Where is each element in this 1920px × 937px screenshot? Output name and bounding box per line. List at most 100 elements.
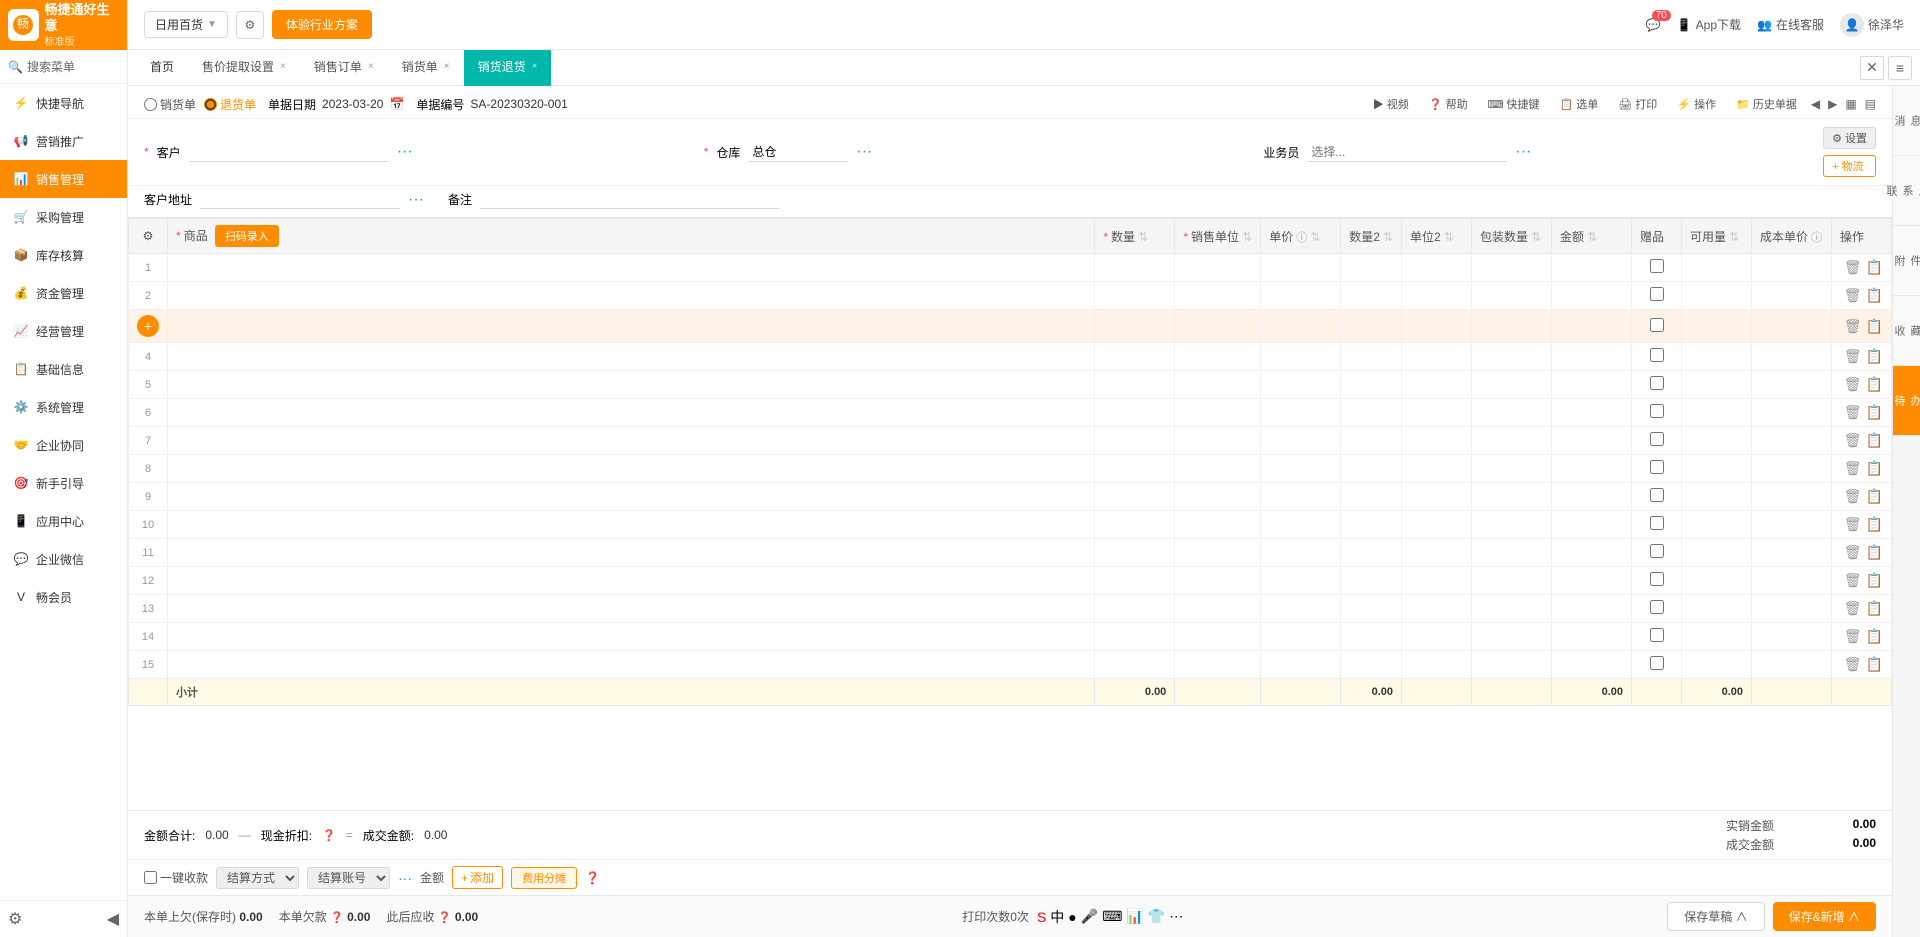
sidebar-item-wechat[interactable]: 💬 企业微信 xyxy=(0,540,127,578)
price-cell-1[interactable] xyxy=(1261,254,1341,282)
message-button[interactable]: 💬 70 xyxy=(1646,18,1661,32)
prev-doc-icon[interactable]: ◀ xyxy=(1811,97,1820,111)
qty-sort-icon[interactable]: ⇅ xyxy=(1138,230,1148,244)
gift-checkbox-6[interactable] xyxy=(1650,404,1664,418)
account-select[interactable]: 结算账号 xyxy=(307,867,390,889)
tab-return[interactable]: 销货退货 × xyxy=(464,50,552,86)
radio-return[interactable]: 退货单 xyxy=(204,96,256,113)
goods-cell-2[interactable] xyxy=(168,282,1095,310)
unit-cell-2[interactable] xyxy=(1175,282,1261,310)
copy-row-9-icon[interactable]: 📋 xyxy=(1866,488,1883,505)
scan-button[interactable]: 扫码录入 xyxy=(215,225,279,247)
copy-row-2-icon[interactable]: 📋 xyxy=(1866,287,1883,304)
delete-row-11-icon[interactable]: 🗑 xyxy=(1844,544,1862,561)
delete-row-3-icon[interactable]: 🗑 xyxy=(1844,318,1862,335)
delete-row-12-icon[interactable]: 🗑 xyxy=(1844,572,1862,589)
history-btn[interactable]: 📁 历史单据 xyxy=(1730,94,1803,114)
amount-cell-2[interactable] xyxy=(1552,282,1632,310)
qty2-cell-1[interactable] xyxy=(1341,254,1402,282)
available-cell-2[interactable] xyxy=(1682,282,1752,310)
cost-cell-1[interactable] xyxy=(1752,254,1832,282)
cost-cell-2[interactable] xyxy=(1752,282,1832,310)
copy-row-8-icon[interactable]: 📋 xyxy=(1866,460,1883,477)
calendar-icon[interactable]: 📅 xyxy=(389,97,404,111)
qty2-cell-2[interactable] xyxy=(1341,282,1402,310)
experience-button[interactable]: 体验行业方案 xyxy=(272,10,372,39)
salesperson-more-icon[interactable]: ··· xyxy=(1515,143,1531,161)
unit-input-1[interactable] xyxy=(1183,261,1252,275)
sidebar-item-marketing[interactable]: 📢 营销推广 xyxy=(0,122,127,160)
qty-cell-1[interactable] xyxy=(1095,254,1175,282)
gift-checkbox-3[interactable] xyxy=(1650,318,1664,332)
doc-debt-help-icon[interactable]: ❓ xyxy=(330,912,344,924)
goods-input-1[interactable] xyxy=(176,261,1086,275)
qty-cell-3[interactable] xyxy=(1095,310,1175,343)
qty2-sort-icon[interactable]: ⇅ xyxy=(1383,230,1393,244)
sidebar-item-inventory[interactable]: 📦 库存核算 xyxy=(0,236,127,274)
radio-sale[interactable]: 销货单 xyxy=(144,96,196,113)
logistics-button[interactable]: + 物流 xyxy=(1823,155,1876,177)
pack-sort-icon[interactable]: ⇅ xyxy=(1531,230,1541,244)
close-sales-order-icon[interactable]: × xyxy=(368,61,374,72)
salesperson-input[interactable] xyxy=(1307,143,1507,162)
goods-input-3[interactable] xyxy=(176,319,1086,333)
copy-row-14-icon[interactable]: 📋 xyxy=(1866,628,1883,645)
copy-row-10-icon[interactable]: 📋 xyxy=(1866,516,1883,533)
sidebar-item-system[interactable]: ⚙️ 系统管理 xyxy=(0,388,127,426)
available-cell-3[interactable] xyxy=(1682,310,1752,343)
settings-button[interactable]: ⚙ 设置 xyxy=(1823,127,1876,149)
industry-dropdown[interactable]: 日用百货 ▼ xyxy=(144,11,228,38)
gift-checkbox-14[interactable] xyxy=(1650,628,1664,642)
one-click-checkbox[interactable] xyxy=(144,871,157,884)
copy-row-1-icon[interactable]: 📋 xyxy=(1866,259,1883,276)
delete-row-13-icon[interactable]: 🗑 xyxy=(1844,600,1862,617)
address-more-icon[interactable]: ··· xyxy=(408,191,424,209)
cost-info-icon[interactable]: ⓘ xyxy=(1811,232,1822,244)
goods-cell-3[interactable] xyxy=(168,310,1095,343)
price-info-icon[interactable]: ⓘ xyxy=(1296,232,1307,244)
goods-cell-1[interactable] xyxy=(168,254,1095,282)
price-cell-3[interactable] xyxy=(1261,310,1341,343)
available-cell-1[interactable] xyxy=(1682,254,1752,282)
one-click-payment-label[interactable]: 一键收款 xyxy=(144,869,208,886)
copy-row-5-icon[interactable]: 📋 xyxy=(1866,376,1883,393)
sidebar-item-guide[interactable]: 🎯 新手引导 xyxy=(0,464,127,502)
gift-checkbox-13[interactable] xyxy=(1650,600,1664,614)
copy-row-12-icon[interactable]: 📋 xyxy=(1866,572,1883,589)
amount-cell-3[interactable] xyxy=(1552,310,1632,343)
sidebar-item-basic[interactable]: 📋 基础信息 xyxy=(0,350,127,388)
copy-row-7-icon[interactable]: 📋 xyxy=(1866,432,1883,449)
table-settings-icon[interactable]: ⚙ xyxy=(143,229,154,243)
collapse-icon[interactable]: ◀ xyxy=(107,909,119,929)
gift-checkbox-1[interactable] xyxy=(1650,259,1664,273)
user-profile[interactable]: 👤 徐泽华 xyxy=(1840,13,1904,37)
gift-checkbox-11[interactable] xyxy=(1650,544,1664,558)
help-btn[interactable]: ❓ 帮助 xyxy=(1423,94,1474,114)
next-doc-icon[interactable]: ▶ xyxy=(1828,97,1837,111)
delete-row-4-icon[interactable]: 🗑 xyxy=(1844,348,1862,365)
payment-method-select[interactable]: 结算方式 xyxy=(216,867,299,889)
save-new-button[interactable]: 保存&新增 ∧ xyxy=(1773,902,1876,931)
delete-row-2-icon[interactable]: 🗑 xyxy=(1844,287,1862,304)
copy-row-3-icon[interactable]: 📋 xyxy=(1866,318,1883,335)
delete-row-10-icon[interactable]: 🗑 xyxy=(1844,516,1862,533)
qty-input-1[interactable] xyxy=(1103,261,1166,275)
online-service-button[interactable]: 👥 在线客服 xyxy=(1757,16,1824,33)
unit-cell-1[interactable] xyxy=(1175,254,1261,282)
unit2-sort-icon[interactable]: ⇅ xyxy=(1444,230,1454,244)
price-cell-2[interactable] xyxy=(1261,282,1341,310)
radio-sale-input[interactable] xyxy=(144,98,157,111)
sidebar-item-purchase[interactable]: 🛒 采购管理 xyxy=(0,198,127,236)
operation-btn[interactable]: ⚡ 操作 xyxy=(1671,94,1722,114)
price-input-1[interactable] xyxy=(1269,261,1332,275)
warehouse-input[interactable] xyxy=(748,143,848,162)
add-row-button[interactable]: + xyxy=(137,315,159,337)
app-download-button[interactable]: 📱 App下载 xyxy=(1677,16,1741,33)
gift-checkbox-4[interactable] xyxy=(1650,348,1664,362)
discount-help-icon[interactable]: ❓ xyxy=(322,829,336,842)
address-input[interactable] xyxy=(200,190,400,209)
gift-checkbox-15[interactable] xyxy=(1650,656,1664,670)
remark-input[interactable] xyxy=(480,190,780,209)
customer-more-icon[interactable]: ··· xyxy=(397,143,413,161)
select-btn[interactable]: 📋 选单 xyxy=(1554,94,1605,114)
